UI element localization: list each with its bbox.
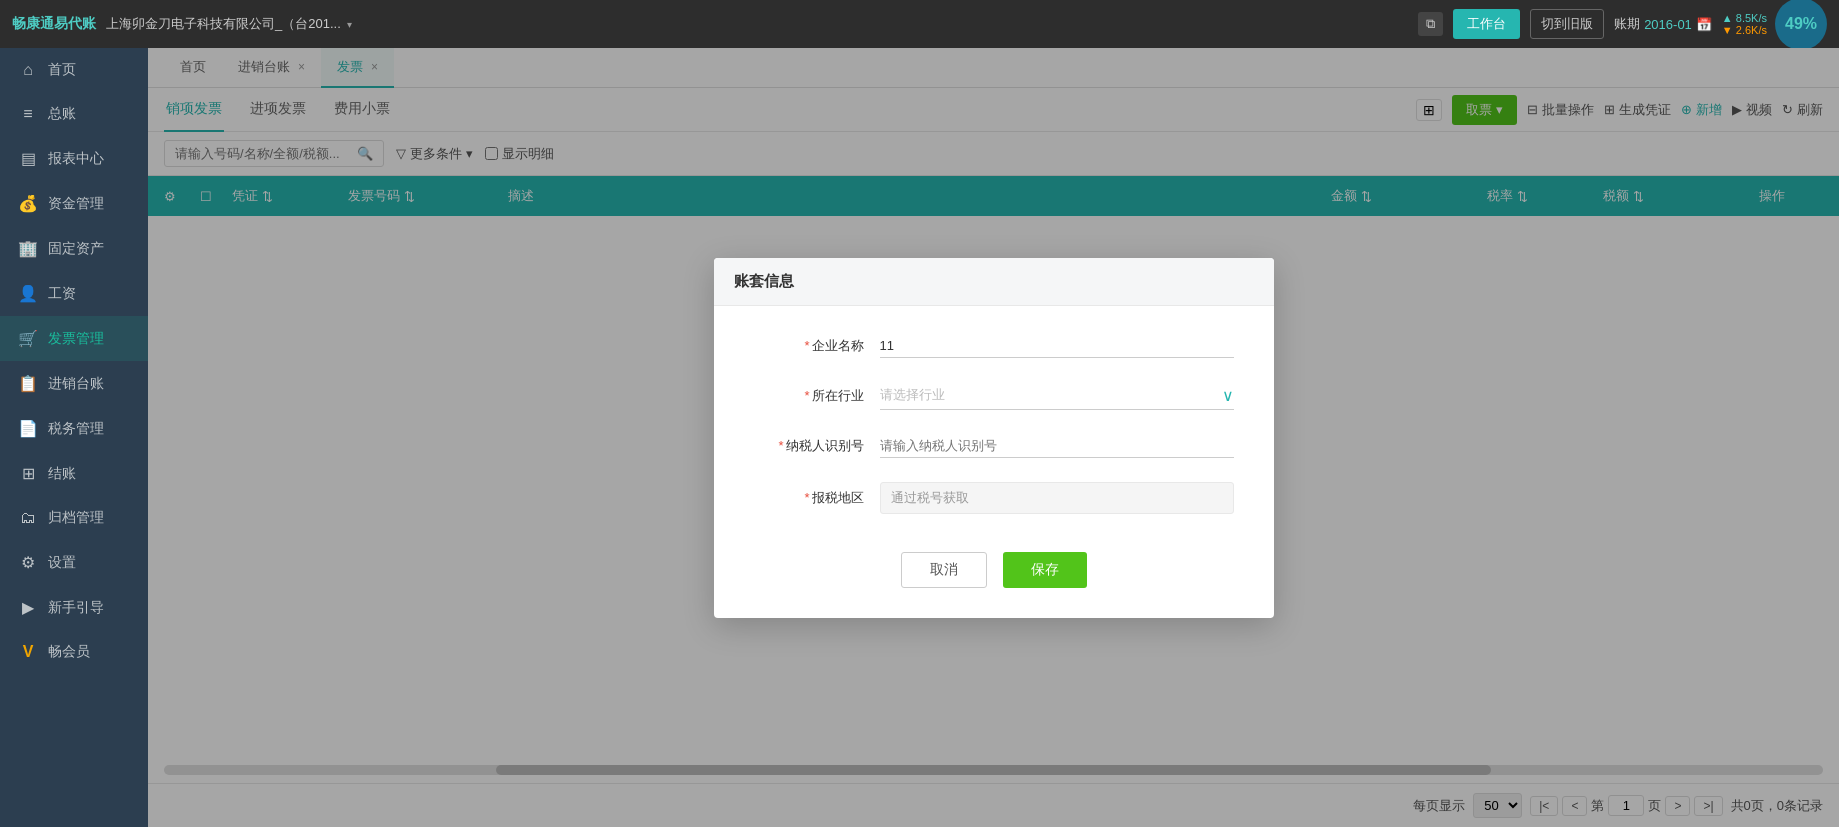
reports-icon: ▤ (18, 149, 38, 168)
sidebar-item-label: 进销台账 (48, 375, 104, 393)
sidebar-item-label: 畅会员 (48, 643, 90, 661)
industry-label: *所在行业 (754, 387, 864, 405)
sidebar-item-label: 税务管理 (48, 420, 104, 438)
sidebar-item-funds[interactable]: 💰 资金管理 (0, 181, 148, 226)
funds-icon: 💰 (18, 194, 38, 213)
purchase-sales-icon: 📋 (18, 374, 38, 393)
modal-body: *企业名称 *所在行业 请选择行业 ∨ *纳税人识别号 (714, 306, 1274, 542)
tax-id-input[interactable] (880, 434, 1234, 458)
sidebar-item-label: 固定资产 (48, 240, 104, 258)
home-icon: ⌂ (18, 61, 38, 79)
sidebar-item-label: 工资 (48, 285, 76, 303)
sidebar-item-ledger[interactable]: ≡ 总账 (0, 92, 148, 136)
workbench-button[interactable]: 工作台 (1453, 9, 1520, 39)
form-row-tax-id: *纳税人识别号 (754, 434, 1234, 458)
invoice-mgmt-icon: 🛒 (18, 329, 38, 348)
modal-title: 账套信息 (714, 258, 1274, 306)
sidebar-item-label: 首页 (48, 61, 76, 79)
company-name: 上海卯金刀电子科技有限公司_（台201... (106, 15, 341, 33)
download-speed: ▼ 2.6K/s (1722, 24, 1767, 36)
industry-placeholder: 请选择行业 (880, 386, 945, 404)
sidebar-item-invoice-mgmt[interactable]: 🛒 发票管理 (0, 316, 148, 361)
industry-dropdown-icon: ∨ (1222, 386, 1234, 405)
sidebar-item-purchase-sales[interactable]: 📋 进销台账 (0, 361, 148, 406)
form-row-tax-region: *报税地区 通过税号获取 (754, 482, 1234, 514)
tax-id-label: *纳税人识别号 (754, 437, 864, 455)
app-logo: 畅康通易代账 (12, 15, 96, 33)
period-display: 账期 2016-01 📅 (1614, 15, 1712, 33)
speed-info: ▲ 8.5K/s ▼ 2.6K/s (1722, 12, 1767, 36)
sidebar-item-payroll[interactable]: 👤 工资 (0, 271, 148, 316)
sidebar: ⌂ 首页 ≡ 总账 ▤ 报表中心 💰 资金管理 🏢 固定资产 👤 工资 🛒 发票… (0, 48, 148, 827)
tax-region-label: *报税地区 (754, 489, 864, 507)
ledger-icon: ≡ (18, 105, 38, 123)
sidebar-item-reports[interactable]: ▤ 报表中心 (0, 136, 148, 181)
sidebar-item-settings[interactable]: ⚙ 设置 (0, 540, 148, 585)
company-selector[interactable]: 上海卯金刀电子科技有限公司_（台201... ▾ (106, 15, 1408, 33)
calendar-icon[interactable]: 📅 (1696, 17, 1712, 32)
sidebar-item-guide[interactable]: ▶ 新手引导 (0, 585, 148, 630)
old-version-button[interactable]: 切到旧版 (1530, 9, 1604, 39)
company-name-input[interactable] (880, 334, 1234, 358)
company-dropdown-icon: ▾ (347, 19, 352, 30)
form-row-industry: *所在行业 请选择行业 ∨ (754, 382, 1234, 410)
sidebar-item-label: 总账 (48, 105, 76, 123)
sidebar-item-vip[interactable]: V 畅会员 (0, 630, 148, 674)
account-info-modal: 账套信息 *企业名称 *所在行业 请选择行业 ∨ (714, 258, 1274, 618)
sidebar-item-label: 新手引导 (48, 599, 104, 617)
settlement-icon: ⊞ (18, 464, 38, 483)
cancel-button[interactable]: 取消 (901, 552, 987, 588)
vip-icon: V (18, 643, 38, 661)
sidebar-item-label: 设置 (48, 554, 76, 572)
sidebar-item-label: 结账 (48, 465, 76, 483)
sidebar-item-tax-mgmt[interactable]: 📄 税务管理 (0, 406, 148, 451)
sidebar-item-label: 发票管理 (48, 330, 104, 348)
guide-icon: ▶ (18, 598, 38, 617)
sidebar-item-settlement[interactable]: ⊞ 结账 (0, 451, 148, 496)
modal-footer: 取消 保存 (714, 552, 1274, 588)
form-row-company-name: *企业名称 (754, 334, 1234, 358)
sidebar-item-home[interactable]: ⌂ 首页 (0, 48, 148, 92)
save-button[interactable]: 保存 (1003, 552, 1087, 588)
copy-button[interactable]: ⧉ (1418, 12, 1443, 36)
sidebar-item-archive[interactable]: 🗂 归档管理 (0, 496, 148, 540)
sidebar-item-label: 资金管理 (48, 195, 104, 213)
industry-select[interactable]: 请选择行业 ∨ (880, 382, 1234, 410)
company-name-label: *企业名称 (754, 337, 864, 355)
modal-overlay: 账套信息 *企业名称 *所在行业 请选择行业 ∨ (148, 48, 1839, 827)
sidebar-item-fixed-assets[interactable]: 🏢 固定资产 (0, 226, 148, 271)
tax-region-display: 通过税号获取 (880, 482, 1234, 514)
speed-widget: 49% (1775, 0, 1827, 50)
archive-icon: 🗂 (18, 509, 38, 527)
fixed-assets-icon: 🏢 (18, 239, 38, 258)
upload-speed: ▲ 8.5K/s (1722, 12, 1767, 24)
sidebar-item-label: 归档管理 (48, 509, 104, 527)
topbar: 畅康通易代账 上海卯金刀电子科技有限公司_（台201... ▾ ⧉ 工作台 切到… (0, 0, 1839, 48)
sidebar-item-label: 报表中心 (48, 150, 104, 168)
tax-mgmt-icon: 📄 (18, 419, 38, 438)
payroll-icon: 👤 (18, 284, 38, 303)
settings-icon: ⚙ (18, 553, 38, 572)
topbar-right: ▲ 8.5K/s ▼ 2.6K/s 49% (1722, 0, 1827, 50)
